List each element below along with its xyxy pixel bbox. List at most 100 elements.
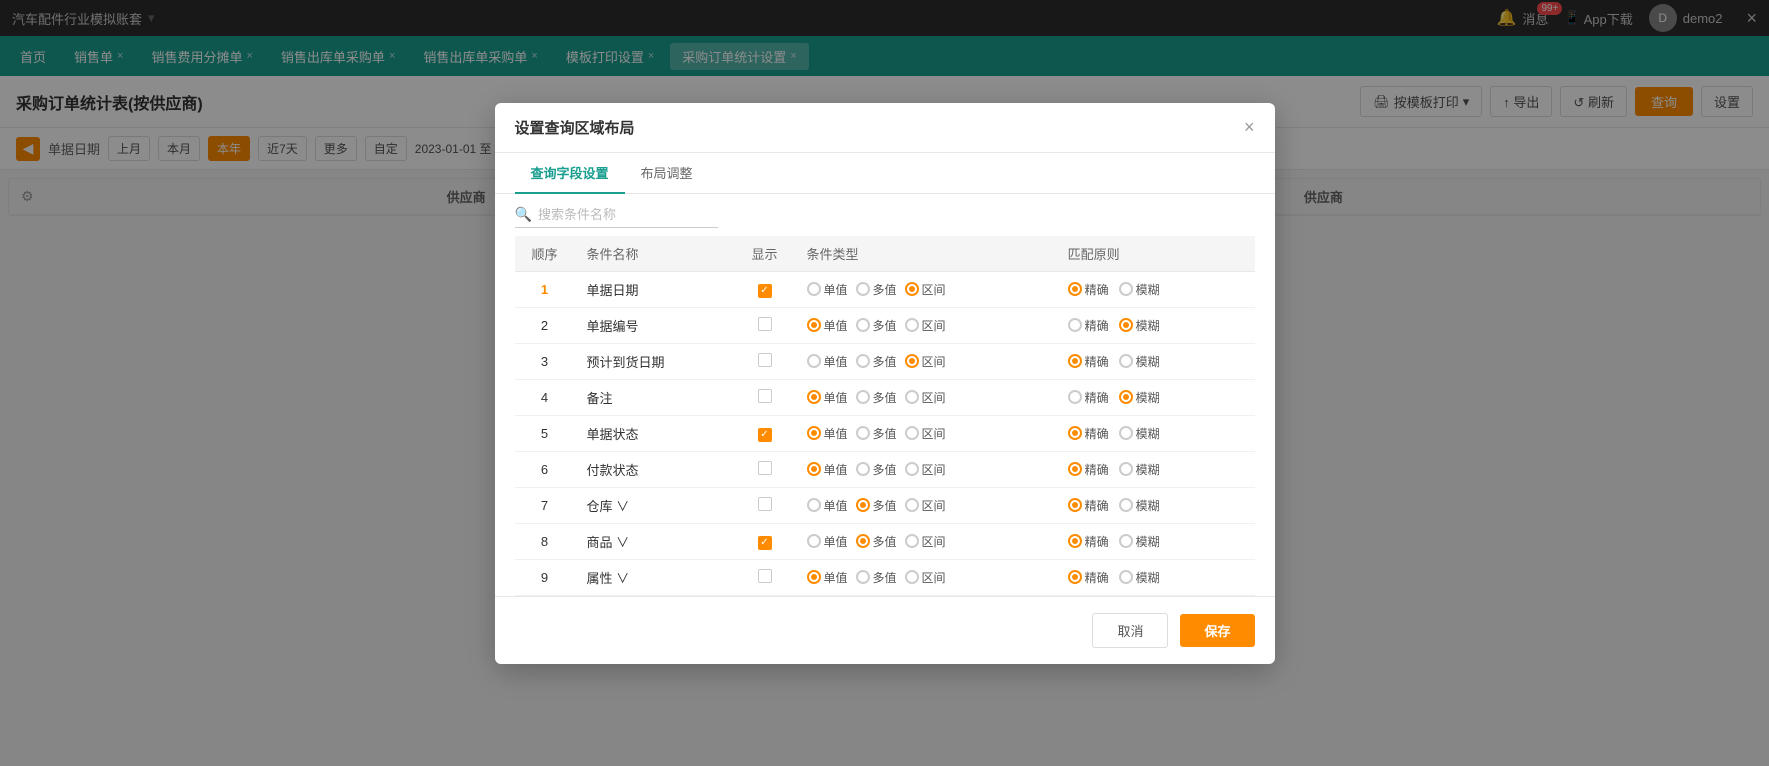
type-radio-item[interactable]: 单值: [807, 533, 848, 550]
match-radio-item[interactable]: 精确: [1068, 461, 1109, 478]
table-row: 5单据状态单值多值区间精确模糊: [515, 415, 1255, 451]
cell-display[interactable]: [735, 343, 795, 379]
type-radio-item[interactable]: 单值: [807, 425, 848, 442]
type-radio-item[interactable]: 单值: [807, 497, 848, 514]
cell-display[interactable]: [735, 415, 795, 451]
type-radio-item[interactable]: 多值: [856, 281, 897, 298]
match-radio-item[interactable]: 模糊: [1119, 569, 1160, 586]
th-type: 条件类型: [795, 236, 1056, 272]
cell-display[interactable]: [735, 271, 795, 307]
cell-type: 单值多值 区间: [795, 559, 1056, 595]
display-checkbox[interactable]: [758, 389, 772, 403]
radio-circle-icon: [905, 318, 919, 332]
save-button[interactable]: 保存: [1180, 614, 1254, 647]
type-radio-item[interactable]: 单值: [807, 281, 848, 298]
match-radio-item[interactable]: 精确: [1068, 353, 1109, 370]
type-radio-item[interactable]: 多值: [856, 353, 897, 370]
match-radio-item[interactable]: 精确: [1068, 389, 1109, 406]
radio-label: 区间: [922, 533, 946, 550]
match-radio-item[interactable]: 模糊: [1119, 389, 1160, 406]
radio-circle-icon: [1068, 426, 1082, 440]
cell-display[interactable]: [735, 487, 795, 523]
search-input[interactable]: [538, 207, 718, 222]
match-radio-item[interactable]: 模糊: [1119, 353, 1160, 370]
match-radio-item[interactable]: 模糊: [1119, 281, 1160, 298]
match-radio-item[interactable]: 精确: [1068, 425, 1109, 442]
radio-label: 模糊: [1136, 497, 1160, 514]
cell-display[interactable]: [735, 379, 795, 415]
type-radio-item[interactable]: 多值: [856, 317, 897, 334]
type-radio-item[interactable]: 单值: [807, 569, 848, 586]
match-radio-item[interactable]: 模糊: [1119, 425, 1160, 442]
type-radio-item[interactable]: 单值: [807, 353, 848, 370]
type-radio-item[interactable]: 区间: [905, 425, 946, 442]
tab-layout[interactable]: 布局调整: [625, 153, 709, 194]
cell-display[interactable]: [735, 307, 795, 343]
cell-name: 单据日期: [575, 271, 735, 307]
type-radio-item[interactable]: 区间: [905, 569, 946, 586]
type-radio-item[interactable]: 单值: [807, 317, 848, 334]
type-radio-item[interactable]: 单值: [807, 389, 848, 406]
radio-circle-icon: [856, 390, 870, 404]
type-radio-item[interactable]: 区间: [905, 317, 946, 334]
cell-order: 8: [515, 523, 575, 559]
cell-display[interactable]: [735, 451, 795, 487]
display-checkbox[interactable]: [758, 461, 772, 475]
display-checkbox[interactable]: [758, 497, 772, 511]
table-row: 6付款状态单值多值区间精确模糊: [515, 451, 1255, 487]
radio-label: 多值: [873, 461, 897, 478]
match-radio-group: 精确模糊: [1068, 281, 1243, 298]
match-radio-item[interactable]: 精确: [1068, 497, 1109, 514]
type-radio-item[interactable]: 多值: [856, 425, 897, 442]
radio-label: 单值: [824, 281, 848, 298]
type-radio-item[interactable]: 多值: [856, 569, 897, 586]
type-radio-item[interactable]: 多值: [856, 497, 897, 514]
match-radio-item[interactable]: 模糊: [1119, 317, 1160, 334]
match-radio-item[interactable]: 精确: [1068, 533, 1109, 550]
type-radio-item[interactable]: 区间: [905, 281, 946, 298]
type-radio-item[interactable]: 区间: [905, 461, 946, 478]
type-radio-item[interactable]: 多值: [856, 461, 897, 478]
cell-display[interactable]: [735, 559, 795, 595]
match-radio-group: 精确模糊: [1068, 353, 1243, 370]
type-radio-item[interactable]: 区间: [905, 353, 946, 370]
type-radio-item[interactable]: 多值: [856, 533, 897, 550]
match-radio-item[interactable]: 精确: [1068, 569, 1109, 586]
match-radio-group: 精确模糊: [1068, 425, 1243, 442]
radio-label: 模糊: [1136, 533, 1160, 550]
radio-label: 单值: [824, 353, 848, 370]
cell-display[interactable]: [735, 523, 795, 559]
display-checkbox[interactable]: [758, 428, 772, 442]
cell-match: 精确 模糊: [1056, 523, 1255, 559]
match-radio-item[interactable]: 精确: [1068, 317, 1109, 334]
type-radio-item[interactable]: 多值: [856, 389, 897, 406]
match-radio-item[interactable]: 精确: [1068, 281, 1109, 298]
cell-order: 3: [515, 343, 575, 379]
radio-label: 区间: [922, 569, 946, 586]
display-checkbox[interactable]: [758, 569, 772, 583]
display-checkbox[interactable]: [758, 317, 772, 331]
radio-circle-icon: [856, 462, 870, 476]
cell-name: 付款状态: [575, 451, 735, 487]
match-radio-item[interactable]: 模糊: [1119, 533, 1160, 550]
cell-match: 精确模糊: [1056, 343, 1255, 379]
cancel-button[interactable]: 取消: [1092, 613, 1168, 648]
display-checkbox[interactable]: [758, 353, 772, 367]
radio-circle-icon: [807, 534, 821, 548]
radio-circle-icon: [905, 462, 919, 476]
dialog-close-button[interactable]: ×: [1244, 118, 1255, 136]
radio-circle-icon: [1068, 462, 1082, 476]
radio-label: 模糊: [1136, 569, 1160, 586]
tab-query-fields[interactable]: 查询字段设置: [515, 153, 625, 194]
display-checkbox[interactable]: [758, 536, 772, 550]
match-radio-item[interactable]: 模糊: [1119, 497, 1160, 514]
display-checkbox[interactable]: [758, 284, 772, 298]
match-radio-item[interactable]: 模糊: [1119, 461, 1160, 478]
radio-circle-icon: [1119, 534, 1133, 548]
cell-order: 9: [515, 559, 575, 595]
type-radio-item[interactable]: 区间: [905, 497, 946, 514]
type-radio-item[interactable]: 区间: [905, 389, 946, 406]
radio-label: 区间: [922, 461, 946, 478]
type-radio-item[interactable]: 单值: [807, 461, 848, 478]
type-radio-item[interactable]: 区间: [905, 533, 946, 550]
